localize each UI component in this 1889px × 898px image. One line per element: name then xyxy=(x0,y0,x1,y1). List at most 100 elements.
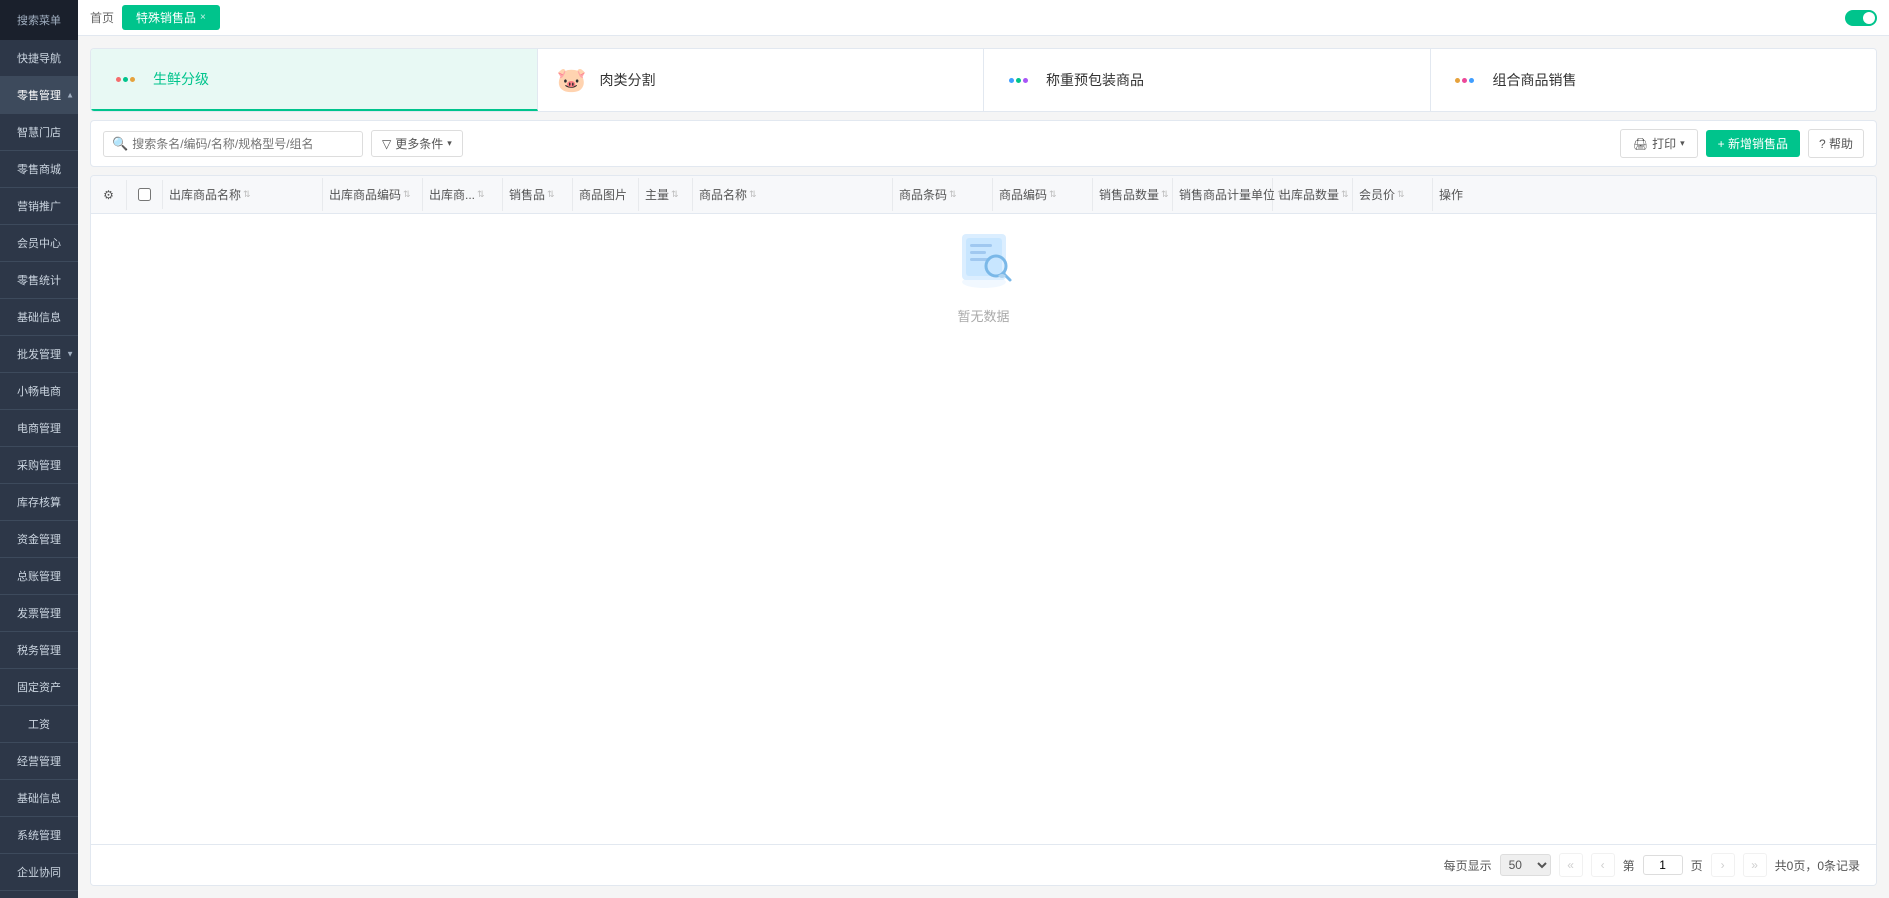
print-button[interactable]: 🖨 打印 ▾ xyxy=(1620,129,1698,158)
pagination: 每页显示 50 10 20 100 « ‹ 第 页 › xyxy=(91,844,1876,885)
th-checkbox[interactable] xyxy=(127,180,163,209)
sort-icon[interactable]: ⇅ xyxy=(403,189,411,200)
home-breadcrumb[interactable]: 首页 xyxy=(90,9,114,26)
sidebar-item-member[interactable]: 会员中心 xyxy=(0,225,78,262)
sidebar-item-ecom-mgmt[interactable]: 电商管理 xyxy=(0,410,78,447)
main-area: 首页 特殊销售品 × 生鲜分级 🐷 xyxy=(78,0,1889,898)
page-size-label: 每页显示 xyxy=(1444,857,1492,874)
print-label: 打印 xyxy=(1652,135,1676,152)
sidebar-item-label: 智慧门店 xyxy=(17,127,61,139)
sort-icon[interactable]: ⇅ xyxy=(1161,189,1169,200)
sidebar-item-label: 小畅电商 xyxy=(17,386,61,398)
sort-icon[interactable]: ⇅ xyxy=(1341,189,1349,200)
empty-icon xyxy=(944,214,1024,294)
close-tab-icon[interactable]: × xyxy=(200,12,206,23)
tab-fresh-grade[interactable]: 生鲜分级 xyxy=(91,49,538,111)
sidebar-item-label: 零售统计 xyxy=(17,275,61,287)
sort-icon[interactable]: ⇅ xyxy=(671,189,679,200)
current-tab-label: 特殊销售品 xyxy=(136,9,196,26)
last-page-icon: » xyxy=(1751,858,1758,872)
sidebar-item-tax[interactable]: 税务管理 xyxy=(0,632,78,669)
print-chevron-icon: ▾ xyxy=(1680,138,1685,149)
page-number-label: 第 xyxy=(1623,857,1635,874)
sidebar-logo-text: 搜索菜单 xyxy=(17,12,61,28)
sidebar-item-fixed-assets[interactable]: 固定资产 xyxy=(0,669,78,706)
sort-icon[interactable]: ⇅ xyxy=(949,189,957,200)
sort-icon[interactable]: ⇅ xyxy=(243,189,251,200)
next-page-button[interactable]: › xyxy=(1711,853,1735,877)
toolbar-right: 🖨 打印 ▾ + 新增销售品 ? 帮助 xyxy=(1620,129,1864,158)
sidebar-item-retail-mgmt[interactable]: 零售管理 xyxy=(0,77,78,114)
sidebar-item-general-ledger[interactable]: 总账管理 xyxy=(0,558,78,595)
search-input[interactable] xyxy=(132,137,354,151)
tab-combo-sales[interactable]: 组合商品销售 xyxy=(1431,49,1877,111)
th-out-code: 出库商品编码 ⇅ xyxy=(323,178,423,211)
sidebar-item-purchase[interactable]: 采购管理 xyxy=(0,447,78,484)
sidebar-item-label: 固定资产 xyxy=(17,682,61,694)
filter-button[interactable]: ▽ 更多条件 ▾ xyxy=(371,130,463,157)
sidebar-item-smart-store[interactable]: 智慧门店 xyxy=(0,114,78,151)
filter-icon: ▽ xyxy=(382,137,391,151)
print-icon: 🖨 xyxy=(1633,137,1648,151)
sidebar-item-label: 采购管理 xyxy=(17,460,61,472)
sort-icon[interactable]: ⇅ xyxy=(749,189,757,200)
tab-cards: 生鲜分级 🐷 肉类分割 称重预包装商品 xyxy=(90,48,1877,112)
th-goods-img: 商品图片 xyxy=(573,178,639,211)
first-page-button[interactable]: « xyxy=(1559,853,1583,877)
th-out-name: 出库商品名称 ⇅ xyxy=(163,178,323,211)
sidebar-item-label: 会员中心 xyxy=(17,238,61,250)
tab-meat-cut[interactable]: 🐷 肉类分割 xyxy=(538,49,985,111)
sidebar-item-corp[interactable]: 企业协同 xyxy=(0,854,78,891)
sidebar-item-label: 税务管理 xyxy=(17,645,61,657)
sidebar-item-mini-ecom[interactable]: 小畅电商 xyxy=(0,373,78,410)
empty-state: 暂无数据 xyxy=(91,214,1876,325)
sidebar-item-wages[interactable]: 工资 xyxy=(0,706,78,743)
last-page-button[interactable]: » xyxy=(1743,853,1767,877)
help-button[interactable]: ? 帮助 xyxy=(1808,129,1864,158)
page-number-input[interactable] xyxy=(1643,855,1683,875)
sort-icon[interactable]: ⇅ xyxy=(477,189,485,200)
search-box[interactable]: 🔍 xyxy=(103,131,363,157)
prev-page-button[interactable]: ‹ xyxy=(1591,853,1615,877)
sidebar-item-ops-mgmt[interactable]: 经营管理 xyxy=(0,743,78,780)
settings-icon: ⚙ xyxy=(103,188,114,202)
content-area: 生鲜分级 🐷 肉类分割 称重预包装商品 xyxy=(78,36,1889,898)
topbar-toggle[interactable] xyxy=(1845,10,1877,26)
sidebar-item-quick-nav[interactable]: 快捷导航 xyxy=(0,40,78,77)
tab-weighed-package[interactable]: 称重预包装商品 xyxy=(984,49,1431,111)
sort-icon[interactable]: ⇅ xyxy=(1397,189,1405,200)
first-page-icon: « xyxy=(1567,858,1574,872)
current-tab[interactable]: 特殊销售品 × xyxy=(122,5,220,30)
th-store-qty: 出库品数量 ⇅ xyxy=(1273,178,1353,211)
sidebar-item-sys-mgmt[interactable]: 系统管理 xyxy=(0,817,78,854)
sidebar-item-inventory[interactable]: 库存核算 xyxy=(0,484,78,521)
sidebar-item-retail-stats[interactable]: 零售统计 xyxy=(0,262,78,299)
toolbar: 🔍 ▽ 更多条件 ▾ 🖨 打印 ▾ + 新增销售品 ? 帮助 xyxy=(90,120,1877,167)
sidebar-item-wholesale[interactable]: 批发管理 xyxy=(0,336,78,373)
combo-sales-icon xyxy=(1447,62,1483,98)
help-icon: ? xyxy=(1819,137,1826,151)
th-setting[interactable]: ⚙ xyxy=(91,180,127,210)
sidebar-item-basic-info[interactable]: 基础信息 xyxy=(0,299,78,336)
page-size-select[interactable]: 50 10 20 100 xyxy=(1500,854,1551,876)
select-all-checkbox[interactable] xyxy=(138,188,151,201)
sidebar-item-label: 基础信息 xyxy=(17,793,61,805)
sidebar-item-label: 总账管理 xyxy=(17,571,61,583)
table-header: ⚙ 出库商品名称 ⇅ 出库商品编码 ⇅ 出库商... ⇅ xyxy=(91,176,1876,214)
sidebar-logo[interactable]: 搜索菜单 xyxy=(0,0,78,40)
sidebar-item-finance[interactable]: 资金管理 xyxy=(0,521,78,558)
sort-icon[interactable]: ⇅ xyxy=(547,189,555,200)
page-label: 页 xyxy=(1691,857,1703,874)
new-button[interactable]: + 新增销售品 xyxy=(1706,130,1800,157)
th-goods-name: 商品名称 ⇅ xyxy=(693,178,893,211)
sidebar-item-label: 库存核算 xyxy=(17,497,61,509)
sidebar-item-retail-mall[interactable]: 零售商城 xyxy=(0,151,78,188)
sidebar-item-invoice[interactable]: 发票管理 xyxy=(0,595,78,632)
sidebar-item-label: 企业协同 xyxy=(17,867,61,879)
sidebar-item-new-guide[interactable]: 新手引导 xyxy=(0,891,78,898)
sidebar-item-basic-info2[interactable]: 基础信息 xyxy=(0,780,78,817)
sort-icon[interactable]: ⇅ xyxy=(1049,189,1057,200)
meat-cut-icon: 🐷 xyxy=(554,62,590,98)
sidebar-item-marketing[interactable]: 营销推广 xyxy=(0,188,78,225)
help-label: 帮助 xyxy=(1829,137,1853,151)
